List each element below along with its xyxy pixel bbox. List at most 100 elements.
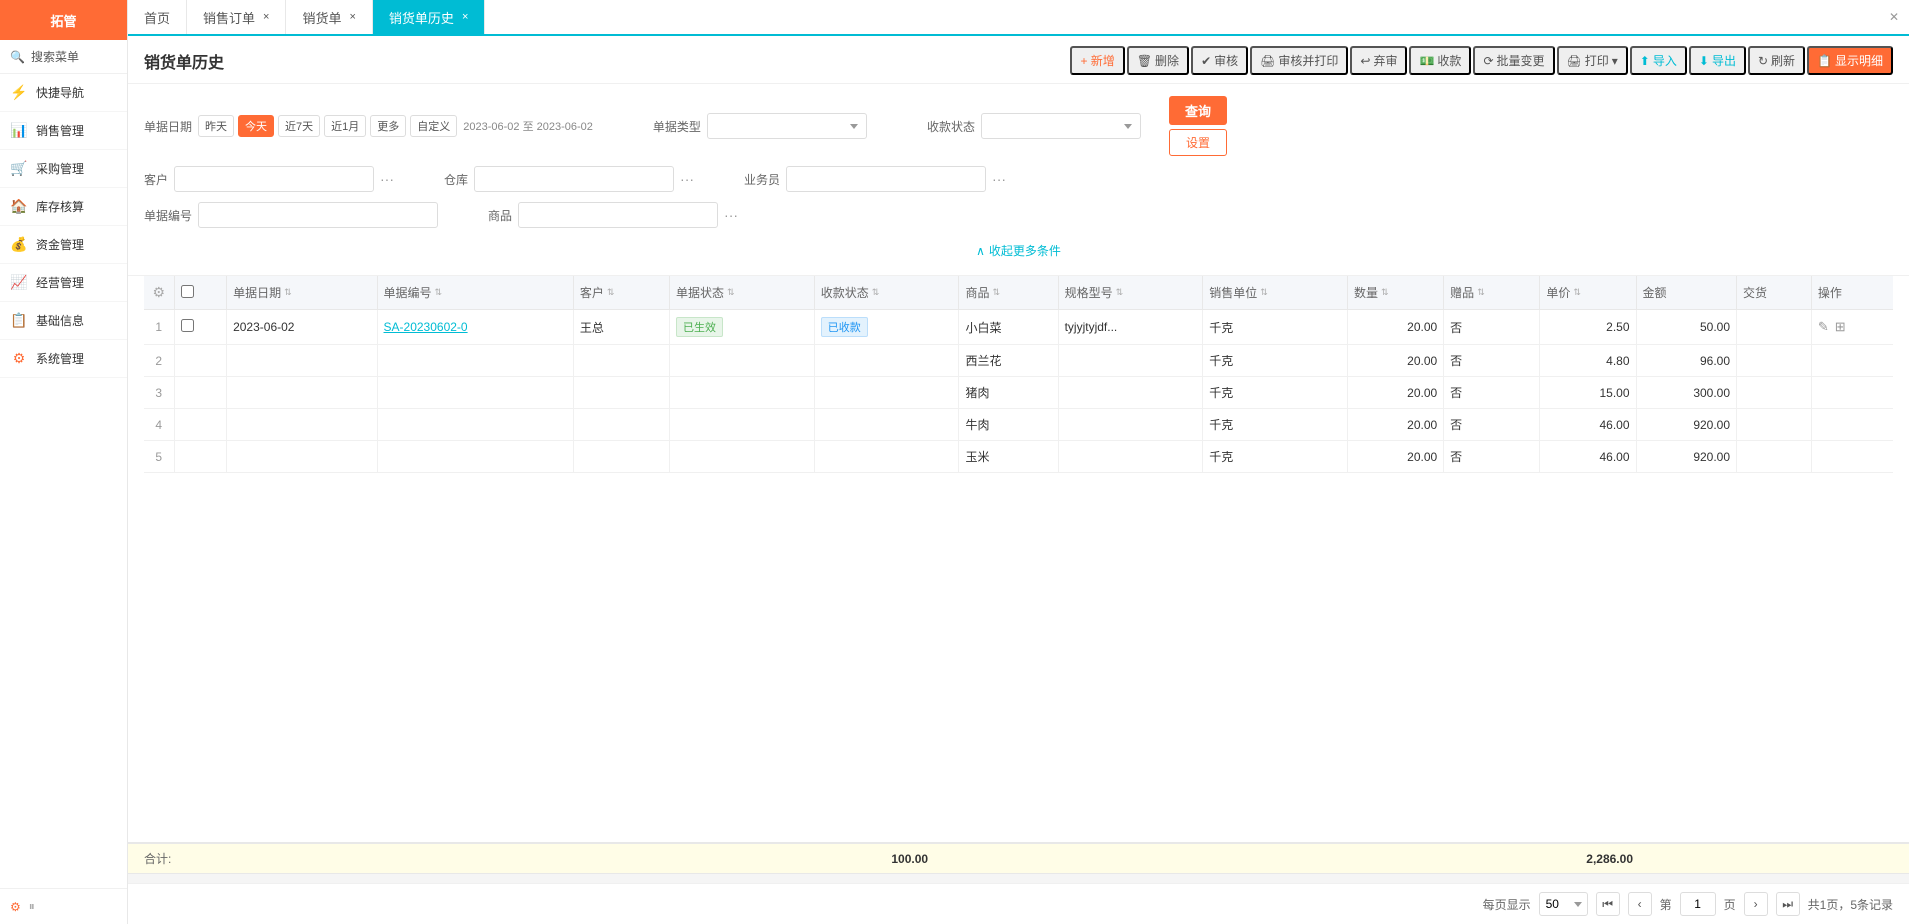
sidebar-item-base-info[interactable]: 📋 基础信息 [0, 302, 127, 340]
pay-status-badge: 已收款 [821, 317, 868, 337]
page-prev-btn[interactable]: ‹ [1628, 892, 1652, 916]
batch-icon: ⟳ [1483, 54, 1493, 68]
row-date-cell: 2023-06-02 [227, 310, 377, 345]
tab-home[interactable]: 首页 [128, 0, 187, 34]
tab-sales-goods[interactable]: 销货单 × [286, 0, 372, 34]
tab-close-sales-order[interactable]: × [263, 11, 269, 23]
date-btn-custom[interactable]: 自定义 [410, 115, 457, 137]
audit-print-button[interactable]: 🖨 审核并打印 [1250, 46, 1348, 75]
row-amount-cell: 920.00 [1636, 441, 1737, 473]
sidebar-item-sales-mgmt[interactable]: 📊 销售管理 [0, 112, 127, 150]
show-detail-button[interactable]: 📋 显示明细 [1807, 46, 1893, 75]
sort-price-icon: ⇅ [1573, 287, 1581, 298]
sidebar-item-operation[interactable]: 📈 经营管理 [0, 264, 127, 302]
row-docstatus-cell [670, 441, 815, 473]
th-doc-status[interactable]: 单据状态 ⇅ [670, 276, 815, 310]
abandon-button[interactable]: ↩ 弃审 [1350, 46, 1407, 75]
delete-button[interactable]: 🗑 删除 [1127, 46, 1189, 75]
doc-type-group: 单据类型 [653, 113, 867, 139]
page-next-btn[interactable]: › [1744, 892, 1768, 916]
row-trade-cell [1737, 441, 1812, 473]
customer-input[interactable] [174, 166, 374, 192]
staff-input[interactable] [786, 166, 986, 192]
row-spec-cell [1058, 377, 1203, 409]
query-button[interactable]: 查询 [1169, 96, 1227, 125]
page-last-btn[interactable]: ⏭ [1776, 892, 1800, 916]
row-docstatus-cell: 已生效 [670, 310, 815, 345]
sidebar-item-finance[interactable]: 💰 资金管理 [0, 226, 127, 264]
tab-sales-history[interactable]: 销货单历史 × [373, 0, 485, 34]
th-gift[interactable]: 赠品 ⇅ [1444, 276, 1540, 310]
import-button[interactable]: ⬆ 导入 [1630, 46, 1687, 75]
row-checkbox-cell [174, 441, 227, 473]
sidebar-item-sys-mgmt[interactable]: ⚙ 系统管理 [0, 340, 127, 378]
staff-picker[interactable]: ··· [992, 171, 1006, 187]
date-btn-1month[interactable]: 近1月 [324, 115, 366, 137]
import-icon: ⬆ [1640, 54, 1650, 68]
sidebar-search[interactable]: 🔍 搜索菜单 [0, 40, 127, 74]
goods-picker[interactable]: ··· [724, 207, 738, 223]
row-spec-cell [1058, 441, 1203, 473]
tab-close-sales-history[interactable]: × [462, 11, 468, 23]
doc-num-link[interactable]: SA-20230602-0 [384, 320, 468, 334]
audit-button[interactable]: ✔ 审核 [1191, 46, 1248, 75]
collect-button[interactable]: 💵 收款 [1409, 46, 1471, 75]
page-size-select[interactable]: 50 20 100 200 [1539, 892, 1588, 916]
th-spec[interactable]: 规格型号 ⇅ [1058, 276, 1203, 310]
pagination: 每页显示 50 20 100 200 ⏮ ‹ 第 页 › ⏭ 共1页，5条记录 [128, 883, 1909, 924]
customer-picker[interactable]: ··· [380, 171, 394, 187]
sidebar-item-inventory[interactable]: 🏠 库存核算 [0, 188, 127, 226]
th-unit[interactable]: 销售单位 ⇅ [1203, 276, 1348, 310]
date-btn-yesterday[interactable]: 昨天 [198, 115, 234, 137]
th-gear[interactable]: ⚙ [144, 276, 174, 310]
row-price-cell: 46.00 [1540, 409, 1636, 441]
gear-icon[interactable]: ⚙ [152, 284, 165, 300]
edit-icon[interactable]: ✎ [1818, 319, 1829, 335]
goods-input[interactable] [518, 202, 718, 228]
sidebar-item-purchase-mgmt[interactable]: 🛒 采购管理 [0, 150, 127, 188]
th-date[interactable]: 单据日期 ⇅ [227, 276, 377, 310]
warehouse-picker[interactable]: ··· [680, 171, 694, 187]
row-docnum-cell[interactable]: SA-20230602-0 [377, 310, 573, 345]
refresh-button[interactable]: ↻ 刷新 [1748, 46, 1805, 75]
new-button[interactable]: + 新增 [1070, 46, 1124, 75]
row-gift-cell: 否 [1444, 310, 1540, 345]
th-doc-num[interactable]: 单据编号 ⇅ [377, 276, 573, 310]
date-btn-today[interactable]: 今天 [238, 115, 274, 137]
pay-status-group: 收款状态 [927, 113, 1141, 139]
tab-sales-order[interactable]: 销售订单 × [187, 0, 286, 34]
select-all-checkbox[interactable] [181, 285, 194, 298]
set-button[interactable]: 设置 [1169, 129, 1227, 156]
date-btn-more[interactable]: 更多 [370, 115, 406, 137]
th-qty[interactable]: 数量 ⇅ [1348, 276, 1444, 310]
row-docstatus-cell [670, 409, 815, 441]
refresh-icon: ↻ [1758, 54, 1768, 68]
th-goods[interactable]: 商品 ⇅ [959, 276, 1058, 310]
warehouse-input[interactable] [474, 166, 674, 192]
doc-type-select[interactable] [707, 113, 867, 139]
doc-num-input[interactable] [198, 202, 438, 228]
page-input[interactable] [1680, 892, 1716, 916]
batch-change-button[interactable]: ⟳ 批量变更 [1473, 46, 1554, 75]
th-unit-price[interactable]: 单价 ⇅ [1540, 276, 1636, 310]
collapse-filter-btn[interactable]: ∧ 收起更多条件 [144, 238, 1893, 263]
table-scrollbar[interactable] [128, 873, 1909, 883]
collapse-sidebar-icon[interactable]: ⏸ [29, 899, 35, 914]
row-price-cell: 46.00 [1540, 441, 1636, 473]
th-pay-status[interactable]: 收款状态 ⇅ [814, 276, 959, 310]
table-body: 1 2023-06-02 SA-20230602-0 王总 已生效 已收款 小白… [144, 310, 1893, 473]
sidebar-item-quick-nav[interactable]: ⚡ 快捷导航 [0, 74, 127, 112]
page-first-btn[interactable]: ⏮ [1596, 892, 1620, 916]
tab-close-sales-goods[interactable]: × [349, 11, 355, 23]
row-price-cell: 15.00 [1540, 377, 1636, 409]
pay-status-select[interactable] [981, 113, 1141, 139]
more-icon[interactable]: ⊞ [1835, 319, 1846, 335]
settings-bottom-icon[interactable]: ⚙ [10, 900, 21, 914]
row-checkbox[interactable] [181, 319, 194, 332]
date-btn-7days[interactable]: 近7天 [278, 115, 320, 137]
th-customer[interactable]: 客户 ⇅ [573, 276, 669, 310]
print-button[interactable]: 🖨 打印 ▾ [1557, 46, 1628, 75]
window-close-btn[interactable]: ✕ [1889, 10, 1909, 24]
sort-spec-icon: ⇅ [1116, 287, 1124, 298]
export-button[interactable]: ⬇ 导出 [1689, 46, 1746, 75]
